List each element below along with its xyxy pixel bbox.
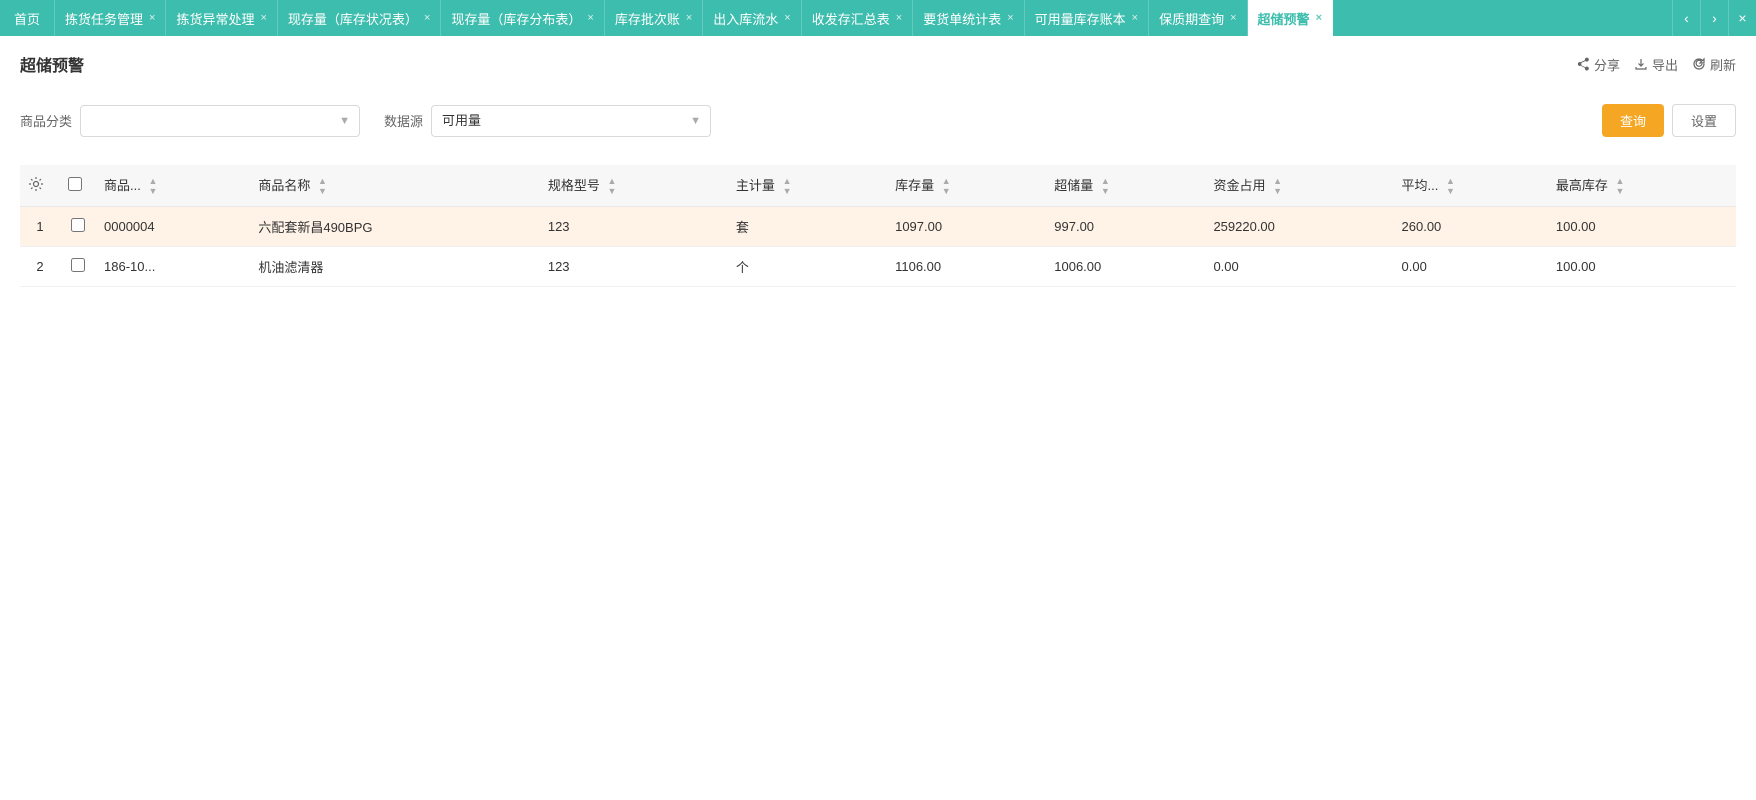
close-tab-4[interactable]: × — [686, 12, 692, 24]
col-checkbox-header[interactable] — [60, 165, 96, 207]
row-capital-0: 259220.00 — [1205, 207, 1393, 247]
table-header-row: 商品... ▲▼ 商品名称 ▲▼ 规格型号 ▲▼ 主计量 ▲▼ 库存量 ▲▼ — [20, 165, 1736, 207]
row-number-0: 1 — [20, 207, 60, 247]
nav-tab-0[interactable]: 拣货任务管理 × — [55, 0, 166, 36]
row-stock-1: 1106.00 — [887, 247, 1046, 287]
category-select-wrapper: ▼ — [80, 105, 360, 137]
data-table: 商品... ▲▼ 商品名称 ▲▼ 规格型号 ▲▼ 主计量 ▲▼ 库存量 ▲▼ — [20, 165, 1736, 287]
filter-row: 商品分类 ▼ 数据源 可用量 ▼ 查询 设置 — [20, 92, 1736, 149]
nav-tab-7[interactable]: 要货单统计表 × — [913, 0, 1024, 36]
header-actions: 分享 导出 刷新 — [1576, 55, 1736, 74]
filter-actions: 查询 设置 — [1602, 104, 1736, 137]
sort-icon-product-code: ▲▼ — [148, 177, 157, 197]
gear-icon[interactable] — [28, 176, 44, 192]
close-tab-3[interactable]: × — [587, 12, 593, 24]
col-unit-header[interactable]: 主计量 ▲▼ — [728, 165, 887, 207]
sort-icon-max-stock: ▲▼ — [1616, 177, 1625, 197]
row-unit-1: 个 — [728, 247, 887, 287]
datasource-select-wrapper: 可用量 ▼ — [431, 105, 711, 137]
row-max-stock-0: 100.00 — [1548, 207, 1736, 247]
page-title: 超储预警 — [20, 52, 84, 76]
category-label: 商品分类 — [20, 111, 72, 130]
datasource-filter: 数据源 可用量 ▼ — [384, 105, 711, 137]
settings-button[interactable]: 设置 — [1672, 104, 1736, 137]
row-stock-0: 1097.00 — [887, 207, 1046, 247]
datasource-select[interactable]: 可用量 — [431, 105, 711, 137]
row-product-name-0: 六配套新昌490BPG — [250, 207, 540, 247]
nav-arrow-right[interactable]: › — [1700, 0, 1728, 36]
nav-tab-2[interactable]: 现存量（库存状况表） × — [278, 0, 441, 36]
category-filter: 商品分类 ▼ — [20, 105, 360, 137]
row-checkbox-0[interactable] — [60, 207, 96, 247]
select-all-checkbox[interactable] — [68, 177, 82, 191]
nav-tab-3[interactable]: 现存量（库存分布表） × — [441, 0, 604, 36]
close-tab-5[interactable]: × — [784, 12, 790, 24]
col-product-name-header[interactable]: 商品名称 ▲▼ — [250, 165, 540, 207]
nav-tab-10[interactable]: 超储预警 × — [1248, 0, 1333, 36]
share-icon — [1576, 57, 1590, 71]
row-capital-1: 0.00 — [1205, 247, 1393, 287]
col-stock-header[interactable]: 库存量 ▲▼ — [887, 165, 1046, 207]
page-content: 超储预警 分享 导出 刷新 商品 — [0, 36, 1756, 800]
close-tab-1[interactable]: × — [260, 12, 266, 24]
row-product-code-0: 0000004 — [96, 207, 250, 247]
close-tab-8[interactable]: × — [1132, 12, 1138, 24]
sort-icon-spec: ▲▼ — [607, 177, 616, 197]
row-overstock-0: 997.00 — [1046, 207, 1205, 247]
nav-tab-6[interactable]: 收发存汇总表 × — [802, 0, 913, 36]
close-tab-9[interactable]: × — [1230, 12, 1236, 24]
row-spec-1: 123 — [540, 247, 728, 287]
page-header: 超储预警 分享 导出 刷新 — [20, 52, 1736, 76]
row-checkbox-1[interactable] — [60, 247, 96, 287]
table-row: 2 186-10... 机油滤清器 123 个 1106.00 1006.00 … — [20, 247, 1736, 287]
row-avg-1: 0.00 — [1394, 247, 1548, 287]
row-product-code-1: 186-10... — [96, 247, 250, 287]
col-capital-header[interactable]: 资金占用 ▲▼ — [1205, 165, 1393, 207]
row-unit-0: 套 — [728, 207, 887, 247]
nav-tab-5[interactable]: 出入库流水 × — [703, 0, 801, 36]
col-max-stock-header[interactable]: 最高库存 ▲▼ — [1548, 165, 1736, 207]
export-button[interactable]: 导出 — [1634, 55, 1678, 74]
col-spec-header[interactable]: 规格型号 ▲▼ — [540, 165, 728, 207]
sort-icon-capital: ▲▼ — [1273, 177, 1282, 197]
nav-tab-9[interactable]: 保质期查询 × — [1149, 0, 1247, 36]
row-product-name-1: 机油滤清器 — [250, 247, 540, 287]
col-product-code-header[interactable]: 商品... ▲▼ — [96, 165, 250, 207]
nav-arrow-close[interactable]: × — [1728, 0, 1756, 36]
row-overstock-1: 1006.00 — [1046, 247, 1205, 287]
top-navigation: 首页 拣货任务管理 × 拣货异常处理 × 现存量（库存状况表） × 现存量（库存… — [0, 0, 1756, 36]
sort-icon-avg: ▲▼ — [1446, 177, 1455, 197]
row-spec-0: 123 — [540, 207, 728, 247]
nav-home[interactable]: 首页 — [0, 0, 55, 36]
refresh-button[interactable]: 刷新 — [1692, 55, 1736, 74]
share-button[interactable]: 分享 — [1576, 55, 1620, 74]
sort-icon-stock: ▲▼ — [942, 177, 951, 197]
query-button[interactable]: 查询 — [1602, 104, 1664, 137]
nav-arrows: ‹ › × — [1672, 0, 1756, 36]
nav-tab-1[interactable]: 拣货异常处理 × — [166, 0, 277, 36]
sort-icon-overstock: ▲▼ — [1101, 177, 1110, 197]
nav-tab-8[interactable]: 可用量库存账本 × — [1025, 0, 1149, 36]
close-tab-6[interactable]: × — [896, 12, 902, 24]
row-max-stock-1: 100.00 — [1548, 247, 1736, 287]
nav-arrow-left[interactable]: ‹ — [1672, 0, 1700, 36]
col-avg-header[interactable]: 平均... ▲▼ — [1394, 165, 1548, 207]
sort-icon-unit: ▲▼ — [783, 177, 792, 197]
table-body: 1 0000004 六配套新昌490BPG 123 套 1097.00 997.… — [20, 207, 1736, 287]
close-tab-7[interactable]: × — [1007, 12, 1013, 24]
category-select[interactable] — [80, 105, 360, 137]
close-tab-10[interactable]: × — [1316, 12, 1322, 24]
table-row: 1 0000004 六配套新昌490BPG 123 套 1097.00 997.… — [20, 207, 1736, 247]
row-avg-0: 260.00 — [1394, 207, 1548, 247]
col-overstock-header[interactable]: 超储量 ▲▼ — [1046, 165, 1205, 207]
nav-tab-4[interactable]: 库存批次账 × — [605, 0, 703, 36]
refresh-icon — [1692, 57, 1706, 71]
export-icon — [1634, 57, 1648, 71]
sort-icon-product-name: ▲▼ — [318, 177, 327, 197]
col-settings — [20, 165, 60, 207]
close-tab-0[interactable]: × — [149, 12, 155, 24]
datasource-label: 数据源 — [384, 111, 423, 130]
close-tab-2[interactable]: × — [424, 12, 430, 24]
row-number-1: 2 — [20, 247, 60, 287]
